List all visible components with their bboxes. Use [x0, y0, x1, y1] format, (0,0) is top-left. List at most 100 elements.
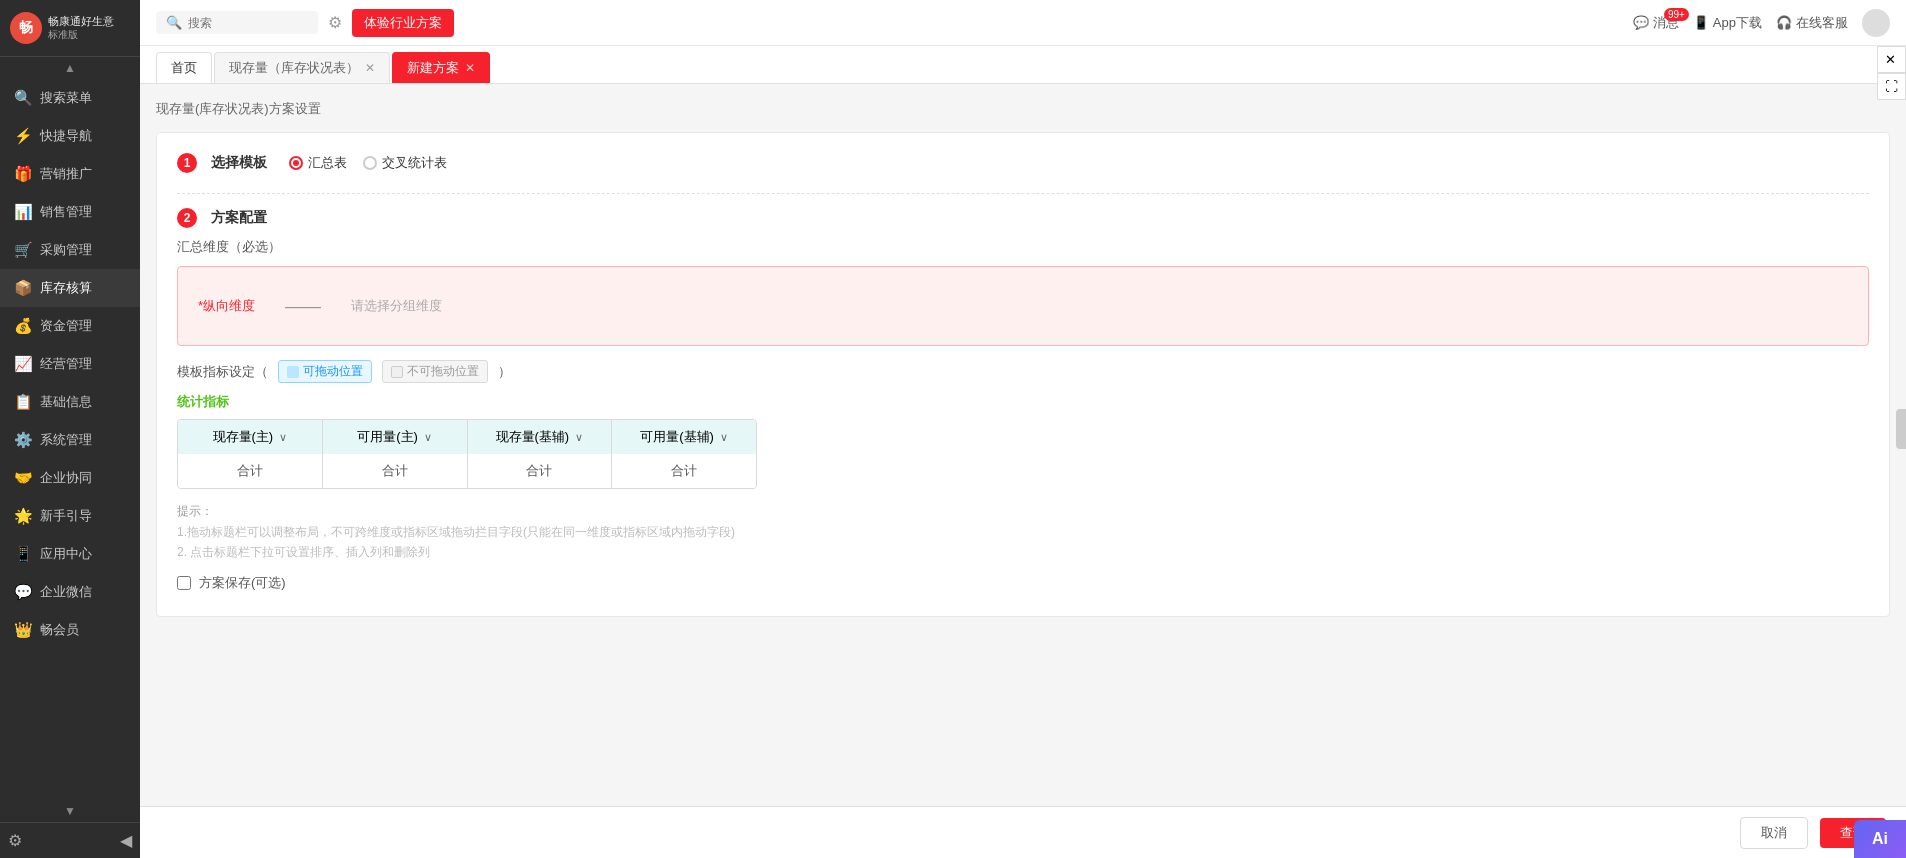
- sales-icon: 📊: [14, 203, 32, 221]
- radio-cross[interactable]: 交叉统计表: [363, 154, 447, 172]
- sidebar-item-nav[interactable]: ⚡ 快捷导航: [0, 117, 140, 155]
- cancel-button[interactable]: 取消: [1740, 817, 1808, 849]
- sidebar-item-guide[interactable]: 🌟 新手引导: [0, 497, 140, 535]
- stats-cell-1: 合计: [323, 454, 468, 488]
- search-input[interactable]: [188, 16, 308, 30]
- draggable-label: 可拖动位置: [303, 363, 363, 380]
- tips-item-0: 1.拖动标题栏可以调整布局，不可跨维度或指标区域拖动拦目字段(只能在同一维度或指…: [177, 524, 1869, 541]
- purchase-icon: 🛒: [14, 241, 32, 259]
- guide-icon: 🌟: [14, 507, 32, 525]
- indicator-setting-close: ）: [498, 363, 511, 381]
- tab-new-plan-close[interactable]: ✕: [465, 61, 475, 75]
- app-download-icon: 📱: [1693, 15, 1709, 30]
- sidebar-item-label: 企业微信: [40, 583, 92, 601]
- no-drag-label: 不可拖动位置: [407, 363, 479, 380]
- sidebar-item-finance[interactable]: 💰 资金管理: [0, 307, 140, 345]
- indicator-setting-label: 模板指标设定（: [177, 363, 268, 381]
- tab-new-plan[interactable]: 新建方案 ✕: [392, 52, 490, 83]
- tab-home-label: 首页: [171, 59, 197, 77]
- panel-controls: ✕ ⛶: [1877, 46, 1906, 100]
- search-icon: 🔍: [166, 15, 182, 30]
- topbar-left: 🔍 ⚙ 体验行业方案: [156, 9, 454, 37]
- sidebar-item-label: 库存核算: [40, 279, 92, 297]
- template-radio-group: 汇总表 交叉统计表: [289, 154, 447, 172]
- no-drag-indicator: 不可拖动位置: [382, 360, 488, 383]
- topbar: 🔍 ⚙ 体验行业方案 💬 消息 99+ 📱 App下载 🎧 在线客服: [140, 0, 1906, 46]
- expand-panel-icon[interactable]: ⛶: [1877, 73, 1906, 100]
- save-checkbox[interactable]: [177, 576, 191, 590]
- sidebar-item-label: 经营管理: [40, 355, 92, 373]
- avatar[interactable]: [1862, 9, 1890, 37]
- sidebar-nav: 🔍 搜索菜单 ⚡ 快捷导航 🎁 营销推广 📊 销售管理 🛒 采购管理 📦 库存核…: [0, 79, 140, 800]
- tab-inventory-close[interactable]: ✕: [365, 61, 375, 75]
- app-download-button[interactable]: 📱 App下载: [1693, 14, 1762, 32]
- sidebar-item-label: 销售管理: [40, 203, 92, 221]
- drag-color-box: [287, 366, 299, 378]
- stats-col-1-label: 可用量(主): [357, 428, 418, 446]
- stats-col-3[interactable]: 可用量(基辅) ∨: [612, 420, 756, 454]
- stats-col-0[interactable]: 现存量(主) ∨: [178, 420, 323, 454]
- sidebar-item-inventory[interactable]: 📦 库存核算: [0, 269, 140, 307]
- radio-summary[interactable]: 汇总表: [289, 154, 347, 172]
- sidebar-scroll-up[interactable]: ▲: [0, 57, 140, 79]
- main-area: 🔍 ⚙ 体验行业方案 💬 消息 99+ 📱 App下载 🎧 在线客服: [140, 0, 1906, 858]
- tab-new-plan-label: 新建方案: [407, 59, 459, 77]
- sidebar-item-label: 应用中心: [40, 545, 92, 563]
- step1-row: 1 选择模板 汇总表 交叉统计表: [177, 153, 1869, 173]
- quick-nav-icon: ⚡: [14, 127, 32, 145]
- sidebar-item-member[interactable]: 👑 畅会员: [0, 611, 140, 649]
- sidebar-item-operations[interactable]: 📈 经营管理: [0, 345, 140, 383]
- page-title: 现存量(库存状况表)方案设置: [156, 100, 1890, 118]
- save-row: 方案保存(可选): [177, 564, 1869, 596]
- stats-table: 现存量(主) ∨ 可用量(主) ∨ 现存量(基辅) ∨ 可用量(基辅) ∨: [177, 419, 757, 489]
- collapse-icon[interactable]: ◀: [120, 831, 132, 850]
- sidebar-item-search[interactable]: 🔍 搜索菜单: [0, 79, 140, 117]
- service-icon: 🎧: [1776, 15, 1792, 30]
- stats-col-3-label: 可用量(基辅): [640, 428, 714, 446]
- search-box[interactable]: 🔍: [156, 11, 318, 34]
- marketing-icon: 🎁: [14, 165, 32, 183]
- trial-industry-button[interactable]: 体验行业方案: [352, 9, 454, 37]
- sidebar-item-wechat[interactable]: 💬 企业微信: [0, 573, 140, 611]
- sidebar-item-label: 畅会员: [40, 621, 79, 639]
- ai-fab-button[interactable]: Ai: [1854, 820, 1906, 858]
- step2-badge: 2: [177, 208, 197, 228]
- settings-bottom-icon[interactable]: ⚙: [8, 831, 22, 850]
- sidebar-item-purchase[interactable]: 🛒 采购管理: [0, 231, 140, 269]
- dim-required-box: *纵向维度 —— 请选择分组维度: [177, 266, 1869, 346]
- online-service-button[interactable]: 🎧 在线客服: [1776, 14, 1848, 32]
- sidebar-item-basic[interactable]: 📋 基础信息: [0, 383, 140, 421]
- tab-home[interactable]: 首页: [156, 52, 212, 83]
- tab-inventory[interactable]: 现存量（库存状况表） ✕: [214, 52, 390, 83]
- radio-cross-dot: [363, 156, 377, 170]
- sidebar-item-app[interactable]: 📱 应用中心: [0, 535, 140, 573]
- settings-icon[interactable]: ⚙: [328, 13, 342, 32]
- member-icon: 👑: [14, 621, 32, 639]
- operations-icon: 📈: [14, 355, 32, 373]
- wechat-icon: 💬: [14, 583, 32, 601]
- sidebar-item-cooperation[interactable]: 🤝 企业协同: [0, 459, 140, 497]
- right-edge-button[interactable]: [1896, 409, 1906, 449]
- step1-label: 选择模板: [211, 154, 267, 172]
- message-button[interactable]: 💬 消息 99+: [1633, 14, 1679, 32]
- finance-icon: 💰: [14, 317, 32, 335]
- step1-badge: 1: [177, 153, 197, 173]
- app-center-icon: 📱: [14, 545, 32, 563]
- sidebar-item-marketing[interactable]: 🎁 营销推广: [0, 155, 140, 193]
- stats-col-1[interactable]: 可用量(主) ∨: [323, 420, 468, 454]
- sidebar-item-sales[interactable]: 📊 销售管理: [0, 193, 140, 231]
- content-area: 现存量(库存状况表)方案设置 1 选择模板 汇总表 交叉统计表: [140, 84, 1906, 806]
- step2-label: 方案配置: [211, 209, 267, 227]
- sidebar-item-system[interactable]: ⚙️ 系统管理: [0, 421, 140, 459]
- footer-bar: 取消 查询: [140, 806, 1906, 858]
- tips-label: 提示：: [177, 503, 1869, 520]
- stats-col-2[interactable]: 现存量(基辅) ∨: [468, 420, 613, 454]
- message-icon: 💬: [1633, 15, 1649, 30]
- close-panel-icon[interactable]: ✕: [1877, 46, 1906, 73]
- sidebar-scroll-down[interactable]: ▼: [0, 800, 140, 822]
- inventory-icon: 📦: [14, 279, 32, 297]
- tips-section: 提示： 1.拖动标题栏可以调整布局，不可跨维度或指标区域拖动拦目字段(只能在同一…: [177, 503, 1869, 561]
- stats-cell-3: 合计: [612, 454, 756, 488]
- stats-section-title: 统计指标: [177, 393, 1869, 411]
- sidebar-item-label: 企业协同: [40, 469, 92, 487]
